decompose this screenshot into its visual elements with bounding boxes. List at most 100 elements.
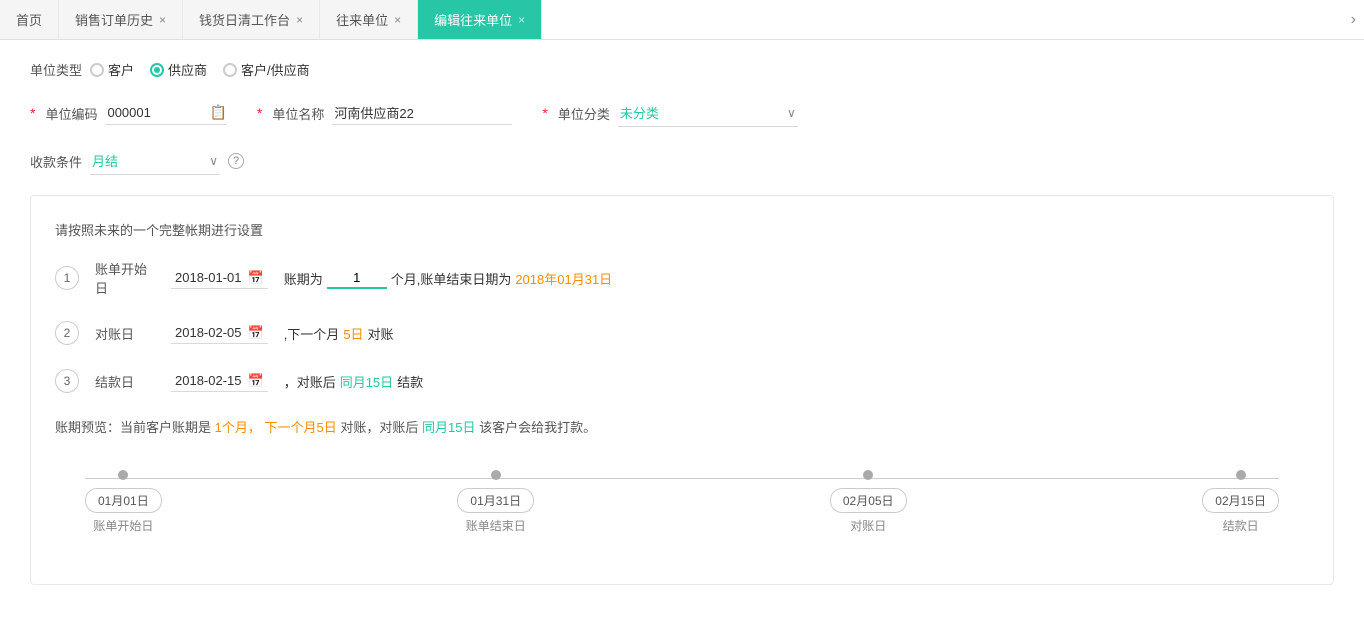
unit-code-field: * 单位编码 📋 — [30, 101, 227, 125]
step-desc-1-prefix: 账期为 — [284, 269, 323, 288]
step-date-1-cal-icon[interactable]: 📅 — [248, 270, 264, 286]
unit-category-label: 单位分类 — [558, 104, 610, 123]
step-desc-1-suffix: 个月,账单结束日期为 — [391, 269, 512, 288]
radio-customer-circle — [90, 63, 104, 77]
unit-code-label: 单位编码 — [45, 104, 97, 123]
payment-condition-value: 月结 — [92, 151, 203, 170]
unit-info-row: * 单位编码 📋 * 单位名称 * 单位分类 未分类 ∨ — [30, 99, 1334, 127]
preview-p2: 下一个月5日 — [265, 420, 337, 435]
timeline-chip-4: 02月15日 — [1202, 488, 1279, 513]
payment-condition-row: 收款条件 月结 ∨ ? — [30, 147, 1334, 175]
timeline-point-4: 02月15日 结款日 — [1202, 470, 1279, 534]
tab-bar: 首页 销售订单历史 × 钱货日清工作台 × 往来单位 × 编辑往来单位 × › — [0, 0, 1364, 40]
timeline-label-2: 账单结束日 — [466, 517, 526, 534]
step-row-3: 3 结款日 2018-02-15 📅 ，对账后 同月15日 结款 — [55, 369, 1309, 393]
step-date-2: 2018-02-05 📅 — [171, 323, 268, 344]
tab-sales-history-close[interactable]: × — [159, 13, 166, 27]
step-date-1-value: 2018-01-01 — [175, 270, 242, 285]
tab-sales-history-label: 销售订单历史 — [75, 10, 153, 29]
tab-expand-button[interactable]: › — [1343, 0, 1364, 39]
unit-category-value: 未分类 — [620, 103, 781, 122]
timeline-dot-1 — [118, 470, 128, 480]
timeline-chip-1: 01月01日 — [85, 488, 162, 513]
step-desc-3-prefix: ，对账后 — [284, 372, 336, 391]
preview-label: 账期预览：当前客户账期是 — [55, 420, 211, 435]
step-row-1: 1 账单开始日 2018-01-01 📅 账期为 个月,账单结束日期为 2018… — [55, 259, 1309, 297]
tab-edit-partner[interactable]: 编辑往来单位 × — [418, 0, 542, 39]
step-desc-3-suffix: 结款 — [397, 372, 423, 391]
unit-category-required: * — [542, 105, 547, 121]
unit-category-field: * 单位分类 未分类 ∨ — [542, 99, 797, 127]
tab-partner-label: 往来单位 — [336, 10, 388, 29]
unit-name-required: * — [257, 105, 262, 121]
unit-category-chevron: ∨ — [787, 106, 796, 120]
timeline: 01月01日 账单开始日 01月31日 账单结束日 02月05日 对账日 — [85, 470, 1279, 534]
timeline-label-3: 对账日 — [850, 517, 886, 534]
step-desc-2-prefix: ,下一个月 — [284, 324, 340, 343]
tab-sales-history[interactable]: 销售订单历史 × — [59, 0, 183, 39]
step-desc-2-highlight: 5日 — [343, 324, 363, 343]
step-date-1: 2018-01-01 📅 — [171, 268, 268, 289]
timeline-label-1: 账单开始日 — [93, 517, 153, 534]
unit-type-label: 单位类型 — [30, 60, 82, 79]
timeline-chip-3: 02月05日 — [830, 488, 907, 513]
payment-condition-help-icon[interactable]: ? — [228, 153, 244, 169]
main-content: 单位类型 客户 供应商 客户/供应商 * 单位编码 — [0, 40, 1364, 625]
step-desc-1: 账期为 个月,账单结束日期为 2018年01月31日 — [284, 268, 612, 289]
unit-code-input-wrap: 📋 — [105, 101, 226, 125]
timeline-label-4: 结款日 — [1223, 517, 1259, 534]
step-desc-1-highlight: 2018年01月31日 — [515, 269, 612, 288]
step-row-2: 2 对账日 2018-02-05 📅 ,下一个月 5日 对账 — [55, 321, 1309, 345]
radio-customer[interactable]: 客户 — [90, 60, 134, 79]
unit-category-select[interactable]: 未分类 ∨ — [618, 99, 798, 127]
timeline-chip-2: 01月31日 — [457, 488, 534, 513]
radio-customer-supplier[interactable]: 客户/供应商 — [223, 60, 310, 79]
preview-end: 该客户会给我打款。 — [479, 420, 596, 435]
unit-code-input[interactable] — [105, 101, 205, 124]
unit-name-input[interactable] — [332, 101, 512, 125]
tab-home-label: 首页 — [16, 10, 42, 29]
card-title: 请按照未来的一个完整帐期进行设置 — [55, 220, 1309, 239]
step-label-3: 结款日 — [95, 372, 155, 391]
preview-p3: 同月15日 — [422, 420, 475, 435]
step-date-2-value: 2018-02-05 — [175, 325, 242, 340]
timeline-point-3: 02月05日 对账日 — [830, 470, 907, 534]
step-date-3-value: 2018-02-15 — [175, 373, 242, 388]
timeline-line — [85, 478, 1279, 479]
step-date-3: 2018-02-15 📅 — [171, 371, 268, 392]
step-label-2: 对账日 — [95, 324, 155, 343]
radio-supplier[interactable]: 供应商 — [150, 60, 207, 79]
payment-condition-chevron: ∨ — [209, 154, 218, 168]
preview-p1: 1个月， — [215, 420, 261, 435]
tab-partner[interactable]: 往来单位 × — [320, 0, 418, 39]
unit-name-label: 单位名称 — [272, 104, 324, 123]
tab-partner-close[interactable]: × — [394, 13, 401, 27]
period-input[interactable] — [327, 268, 387, 289]
timeline-dot-2 — [491, 470, 501, 480]
step-date-3-cal-icon[interactable]: 📅 — [248, 373, 264, 389]
period-settings-card: 请按照未来的一个完整帐期进行设置 1 账单开始日 2018-01-01 📅 账期… — [30, 195, 1334, 585]
payment-condition-label: 收款条件 — [30, 152, 82, 171]
preview-text: 账期预览：当前客户账期是 1个月， 下一个月5日 对账，对账后 同月15日 该客… — [55, 417, 1309, 436]
radio-group-unit-type: 客户 供应商 客户/供应商 — [90, 60, 310, 79]
tab-cash-work-label: 钱货日清工作台 — [199, 10, 290, 29]
step-num-2: 2 — [55, 321, 79, 345]
preview-mid: 对账，对账后 — [340, 420, 418, 435]
step-desc-3: ，对账后 同月15日 结款 — [284, 372, 424, 391]
step-desc-2: ,下一个月 5日 对账 — [284, 324, 394, 343]
tab-edit-partner-close[interactable]: × — [518, 13, 525, 27]
tab-cash-work[interactable]: 钱货日清工作台 × — [183, 0, 320, 39]
tab-home[interactable]: 首页 — [0, 0, 59, 39]
tab-cash-work-close[interactable]: × — [296, 13, 303, 27]
step-desc-3-highlight: 同月15日 — [340, 372, 393, 391]
step-num-3: 3 — [55, 369, 79, 393]
tab-edit-partner-label: 编辑往来单位 — [434, 10, 512, 29]
unit-code-icon[interactable]: 📋 — [209, 104, 226, 121]
timeline-container: 01月01日 账单开始日 01月31日 账单结束日 02月05日 对账日 — [55, 460, 1309, 564]
step-label-1: 账单开始日 — [95, 259, 155, 297]
radio-customer-supplier-circle — [223, 63, 237, 77]
radio-supplier-label: 供应商 — [168, 60, 207, 79]
payment-condition-field: 收款条件 月结 ∨ ? — [30, 147, 244, 175]
step-date-2-cal-icon[interactable]: 📅 — [248, 325, 264, 341]
payment-condition-select[interactable]: 月结 ∨ — [90, 147, 220, 175]
